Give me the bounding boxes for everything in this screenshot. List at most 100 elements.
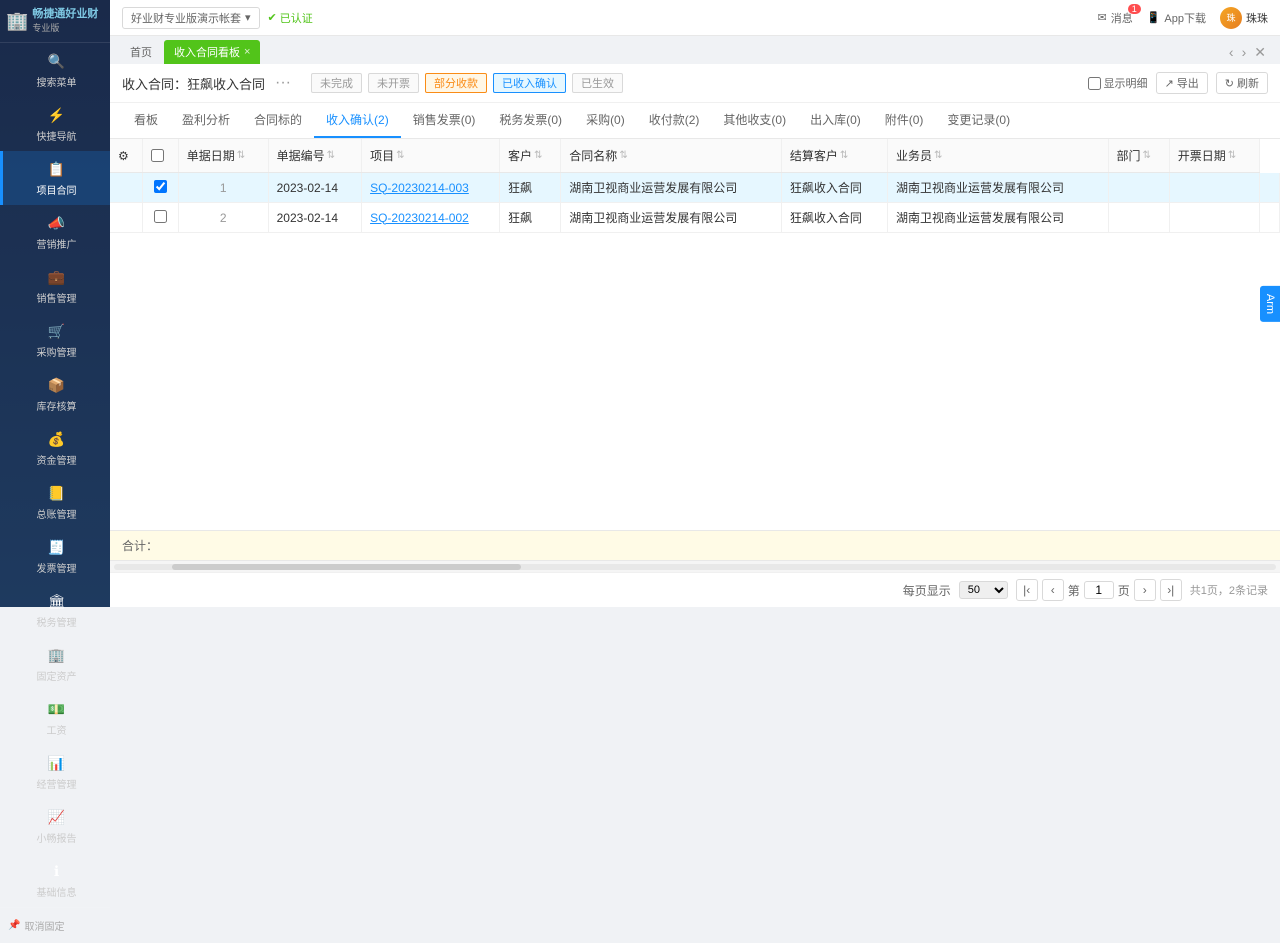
col-header-invoice_date[interactable]: 开票日期⇅: [1169, 139, 1259, 173]
sub-tab-payment[interactable]: 收付款(2): [637, 103, 712, 138]
sidebar-item-inventory[interactable]: 📦 库存核算: [0, 367, 110, 421]
sub-tab-kanban[interactable]: 看板: [122, 103, 170, 138]
col-header-date[interactable]: 单据日期⇅: [178, 139, 268, 173]
sidebar-label-inventory: 库存核算: [37, 398, 77, 413]
prev-page-button[interactable]: ‹: [1042, 579, 1064, 601]
row-number-0[interactable]: SQ-20230214-003: [362, 173, 500, 203]
certified-label: 已认证: [280, 10, 313, 26]
sub-tab-attachment[interactable]: 附件(0): [873, 103, 936, 138]
sidebar-item-fund[interactable]: 💰 资金管理: [0, 421, 110, 475]
message-badge: 1: [1128, 4, 1141, 14]
home-tab[interactable]: 首页: [122, 40, 160, 64]
show-detail-input[interactable]: [1088, 77, 1101, 90]
row-checkbox-0[interactable]: [143, 173, 179, 203]
col-header-contract_name[interactable]: 合同名称⇅: [561, 139, 782, 173]
col-label-number: 单据编号: [277, 147, 325, 164]
sidebar-item-ledger[interactable]: 📒 总账管理: [0, 475, 110, 529]
status-tag-no-invoice[interactable]: 未开票: [368, 73, 419, 93]
sub-tab-sales-invoice[interactable]: 销售发票(0): [401, 103, 488, 138]
first-page-button[interactable]: |‹: [1016, 579, 1038, 601]
sub-tab-change-log[interactable]: 变更记录(0): [935, 103, 1022, 138]
app-download-button[interactable]: 📱 App下载: [1147, 10, 1206, 26]
tab-label: 收入合同看板: [174, 44, 240, 60]
sidebar-item-report[interactable]: 📈 小畅报告: [0, 799, 110, 853]
close-tab-icon[interactable]: ✕: [1252, 44, 1268, 61]
sidebar-item-purchase[interactable]: 🛒 采购管理: [0, 313, 110, 367]
message-button[interactable]: ✉ 消息 1: [1098, 10, 1133, 26]
col-header-customer[interactable]: 客户⇅: [500, 139, 561, 173]
contract-tab[interactable]: 收入合同看板 ×: [164, 40, 260, 64]
col-header-salesperson[interactable]: 业务员⇅: [887, 139, 1108, 173]
col-label-salesperson: 业务员: [896, 147, 932, 164]
next-tab-icon[interactable]: ›: [1240, 44, 1249, 61]
more-button[interactable]: ···: [275, 74, 291, 92]
user-menu[interactable]: 珠 珠珠: [1220, 7, 1268, 29]
next-page-button[interactable]: ›: [1134, 579, 1156, 601]
sidebar-item-quicknav[interactable]: ⚡ 快捷导航: [0, 97, 110, 151]
row-date-0: 2023-02-14: [268, 173, 361, 203]
scroll-track[interactable]: [114, 564, 1276, 570]
export-button[interactable]: ↗ 导出: [1156, 72, 1208, 94]
col-label-invoice_date: 开票日期: [1178, 147, 1226, 164]
sub-tab-income[interactable]: 收入确认(2): [314, 103, 401, 138]
page-input[interactable]: [1084, 581, 1114, 599]
sub-tab-other[interactable]: 其他收支(0): [711, 103, 798, 138]
status-tag-incomplete[interactable]: 未完成: [311, 73, 362, 93]
sub-tab-profit[interactable]: 盈利分析: [170, 103, 242, 138]
sidebar-item-search[interactable]: 🔍 搜索菜单: [0, 43, 110, 97]
table-container[interactable]: ⚙单据日期⇅单据编号⇅项目⇅客户⇅合同名称⇅结算客户⇅业务员⇅部门⇅开票日期⇅ …: [110, 139, 1280, 530]
page-size-select[interactable]: 50 100 200: [959, 581, 1008, 599]
row-number-1[interactable]: SQ-20230214-002: [362, 203, 500, 233]
sidebar-item-payroll[interactable]: 💵 工资: [0, 691, 110, 745]
right-float-button[interactable]: Arm: [1260, 285, 1280, 321]
sidebar-label-invoice: 发票管理: [37, 560, 77, 575]
status-tag-effective[interactable]: 已生效: [572, 73, 623, 93]
table-row[interactable]: 1 2023-02-14 SQ-20230214-003 狂飙 湖南卫视商业运营…: [110, 173, 1280, 203]
contract-icon: 📋: [47, 159, 67, 179]
row-contract-0: 狂飙收入合同: [781, 173, 887, 203]
check-icon: ✔: [268, 11, 277, 24]
col-header-number[interactable]: 单据编号⇅: [268, 139, 361, 173]
sidebar-item-invoice[interactable]: 🧾 发票管理: [0, 529, 110, 583]
col-header-checkbox: [143, 139, 179, 173]
select-all-checkbox[interactable]: [151, 149, 164, 162]
sidebar-item-basic[interactable]: ℹ 基础信息: [0, 853, 110, 907]
sort-icon: ⇅: [534, 150, 542, 161]
sidebar-label-tax: 税务管理: [37, 614, 77, 629]
unpin-button[interactable]: 📌 取消固定: [6, 914, 104, 937]
table-footer: 合计：: [110, 530, 1280, 560]
col-header-result_customer[interactable]: 结算客户⇅: [781, 139, 887, 173]
row-checkbox-1[interactable]: [143, 203, 179, 233]
scrollbar-area[interactable]: [110, 560, 1280, 572]
refresh-button[interactable]: ↻ 刷新: [1216, 72, 1268, 94]
sidebar-item-sales[interactable]: 💼 销售管理: [0, 259, 110, 313]
settings-icon[interactable]: ⚙: [118, 149, 129, 163]
sidebar-item-tax[interactable]: 🏛 税务管理: [0, 583, 110, 637]
sidebar-item-marketing[interactable]: 📣 营销推广: [0, 205, 110, 259]
sub-tab-purchase[interactable]: 采购(0): [574, 103, 637, 138]
status-tag-confirmed[interactable]: 已收入确认: [493, 73, 566, 93]
col-header-project[interactable]: 项目⇅: [362, 139, 500, 173]
sidebar-label-search: 搜索菜单: [37, 74, 77, 89]
close-icon[interactable]: ×: [244, 46, 250, 58]
sidebar-item-contract[interactable]: 📋 项目合同: [0, 151, 110, 205]
app-name: 畅捷通好业财: [32, 8, 98, 21]
show-detail-checkbox[interactable]: 显示明细: [1088, 72, 1148, 94]
prev-tab-icon[interactable]: ‹: [1227, 44, 1236, 61]
company-selector[interactable]: 好业财专业版演示帐套 ▾: [122, 7, 260, 29]
scroll-thumb[interactable]: [172, 564, 521, 570]
sub-tab-tax-invoice[interactable]: 税务发票(0): [487, 103, 574, 138]
row-project-1: 狂飙: [500, 203, 561, 233]
status-tag-partial[interactable]: 部分收款: [425, 73, 487, 93]
sub-tab-subject[interactable]: 合同标的: [242, 103, 314, 138]
col-header-department[interactable]: 部门⇅: [1108, 139, 1169, 173]
ledger-icon: 📒: [47, 483, 67, 503]
sub-tab-warehouse[interactable]: 出入库(0): [798, 103, 873, 138]
last-page-button[interactable]: ›|: [1160, 579, 1182, 601]
sidebar-label-ledger: 总账管理: [37, 506, 77, 521]
main-area: 好业财专业版演示帐套 ▾ ✔ 已认证 ✉ 消息 1 📱 App下载 珠 珠珠: [110, 0, 1280, 607]
sidebar-item-assets[interactable]: 🏢 固定资产: [0, 637, 110, 691]
table-row[interactable]: 2 2023-02-14 SQ-20230214-002 狂飙 湖南卫视商业运营…: [110, 203, 1280, 233]
sidebar-item-management[interactable]: 📊 经营管理: [0, 745, 110, 799]
company-name: 好业财专业版演示帐套: [131, 10, 241, 26]
